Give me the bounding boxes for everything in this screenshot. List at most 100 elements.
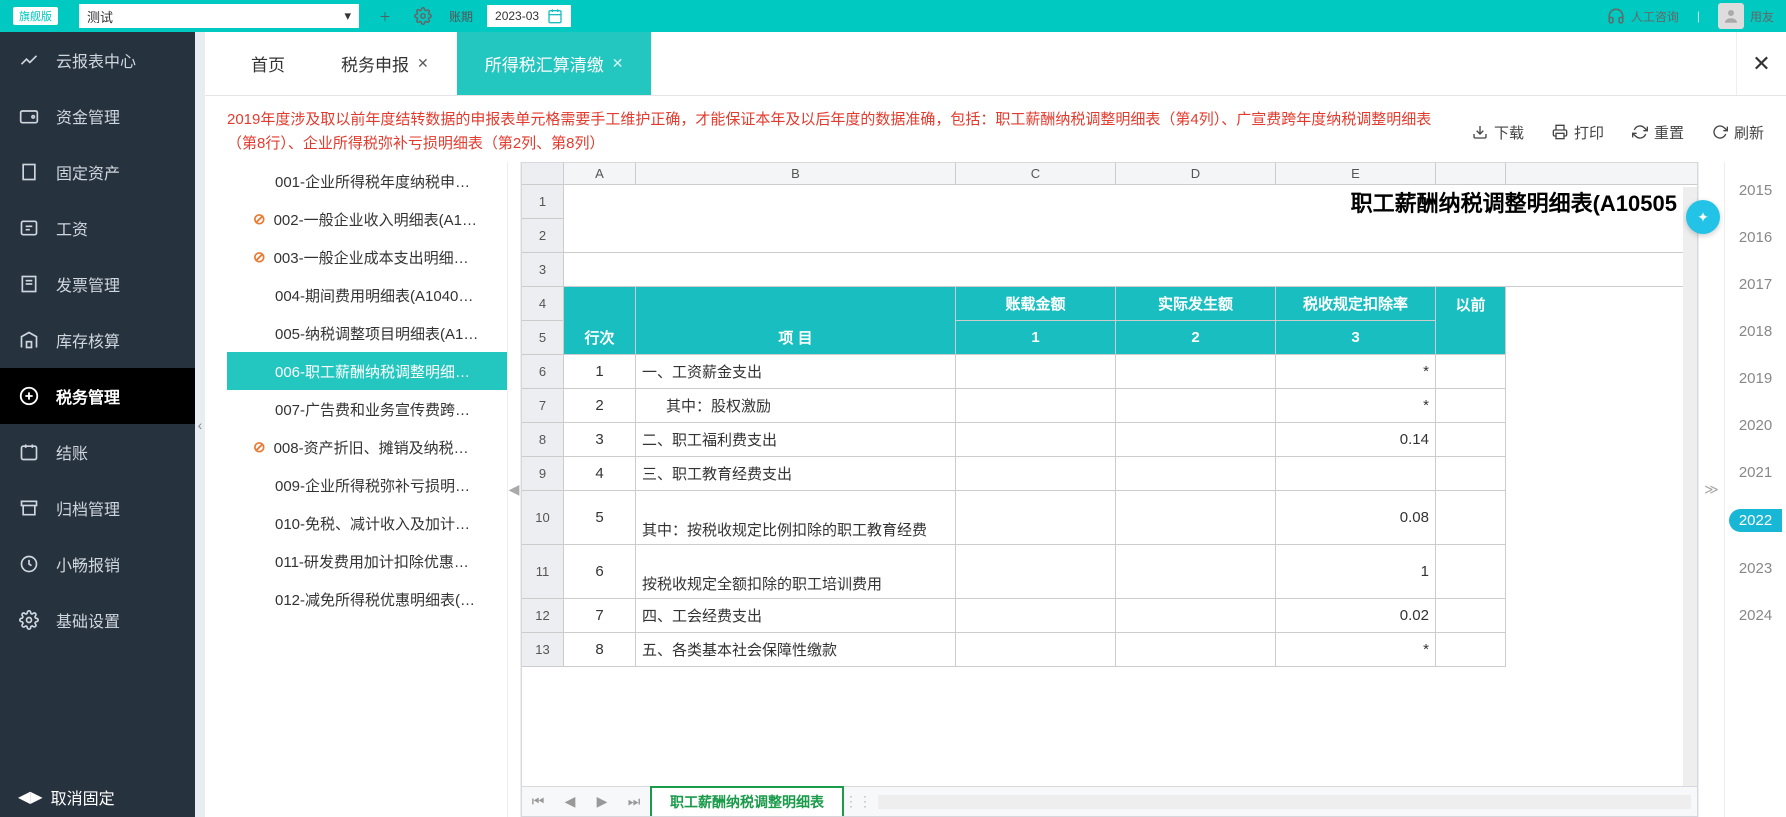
row-header[interactable]: 11 <box>522 545 564 599</box>
row-header[interactable]: 7 <box>522 389 564 423</box>
year-2016[interactable]: 2016 <box>1733 227 1778 248</box>
user-menu[interactable]: 用友 <box>1718 3 1774 29</box>
row-header[interactable]: 6 <box>522 355 564 389</box>
cell-amount[interactable] <box>956 633 1116 667</box>
report-nav-item[interactable]: 004-期间费用明细表(A1040… <box>227 276 507 314</box>
sidebar-item-close-period[interactable]: 结账 <box>0 424 195 480</box>
report-nav-item[interactable]: 007-广告费和业务宣传费跨… <box>227 390 507 428</box>
cell-seq[interactable]: 6 <box>564 545 636 599</box>
report-nav-item[interactable]: 001-企业所得税年度纳税申… <box>227 162 507 200</box>
report-nav-item[interactable]: 010-免税、减计收入及加计… <box>227 504 507 542</box>
row-header[interactable]: 13 <box>522 633 564 667</box>
cell-item[interactable]: 四、工会经费支出 <box>636 599 956 633</box>
cell-amount[interactable] <box>956 423 1116 457</box>
cell-amount[interactable] <box>956 389 1116 423</box>
sheet-prev-icon[interactable]: ◀ <box>554 793 586 810</box>
row-header[interactable]: 10 <box>522 491 564 545</box>
report-nav-item[interactable]: ⊘003-一般企业成本支出明细… <box>227 238 507 276</box>
expand-panel-button[interactable]: ≫ <box>1698 162 1724 817</box>
select-all-corner[interactable] <box>522 163 564 184</box>
cell-rate[interactable]: 1 <box>1276 545 1436 599</box>
vertical-scrollbar[interactable] <box>1683 187 1697 786</box>
row-header[interactable]: 5 <box>522 321 564 355</box>
year-2018[interactable]: 2018 <box>1733 321 1778 342</box>
tab-首页[interactable]: 首页 <box>223 32 313 95</box>
cell-actual[interactable] <box>1116 457 1276 491</box>
gear-icon[interactable] <box>411 4 435 28</box>
col-header-D[interactable]: D <box>1116 163 1276 184</box>
cell-item[interactable]: 五、各类基本社会保障性缴款 <box>636 633 956 667</box>
year-2017[interactable]: 2017 <box>1733 274 1778 295</box>
period-picker[interactable]: 2023-03 <box>487 5 571 27</box>
sidebar-item-tax[interactable]: 税务管理 <box>0 368 195 424</box>
cell-amount[interactable] <box>956 457 1116 491</box>
cell-rate[interactable] <box>1276 457 1436 491</box>
sheet-last-icon[interactable]: ⏭ <box>618 793 650 810</box>
cell-actual[interactable] <box>1116 423 1276 457</box>
cell-rate[interactable]: * <box>1276 355 1436 389</box>
report-nav-item[interactable]: 006-职工薪酬纳税调整明细… <box>227 352 507 390</box>
sheet-first-icon[interactable]: ⏮ <box>522 793 554 810</box>
cell-item[interactable]: 其中：股权激励 <box>636 389 956 423</box>
sidebar-unpin-button[interactable]: ◀▶取消固定 <box>0 777 195 817</box>
cell-item[interactable]: 其中：按税收规定比例扣除的职工教育经费 <box>636 491 956 545</box>
row-header[interactable]: 2 <box>522 219 564 253</box>
row-header[interactable]: 4 <box>522 287 564 321</box>
sheet-tab-resize-handle[interactable]: ⋮⋮ <box>844 793 872 810</box>
cell-seq[interactable]: 2 <box>564 389 636 423</box>
report-nav-item[interactable]: ⊘008-资产折旧、摊销及纳税… <box>227 428 507 466</box>
col-header-F[interactable] <box>1436 163 1506 184</box>
cell-actual[interactable] <box>1116 491 1276 545</box>
report-nav-item[interactable]: 011-研发费用加计扣除优惠… <box>227 542 507 580</box>
sidebar-item-building[interactable]: 固定资产 <box>0 144 195 200</box>
year-2015[interactable]: 2015 <box>1733 180 1778 201</box>
tab-所得税汇算清缴[interactable]: 所得税汇算清缴✕ <box>457 32 652 95</box>
cell-rate[interactable]: 0.02 <box>1276 599 1436 633</box>
cell-actual[interactable] <box>1116 545 1276 599</box>
cell-rate[interactable]: 0.14 <box>1276 423 1436 457</box>
reset-button[interactable]: 重置 <box>1632 122 1684 143</box>
cell-item[interactable]: 三、职工教育经费支出 <box>636 457 956 491</box>
cell-seq[interactable]: 3 <box>564 423 636 457</box>
cell-seq[interactable]: 7 <box>564 599 636 633</box>
sheet-next-icon[interactable]: ▶ <box>586 793 618 810</box>
sidebar-collapse-handle[interactable]: ‹ <box>195 32 205 817</box>
sheet-tab-active[interactable]: 职工薪酬纳税调整明细表 <box>650 786 844 816</box>
year-2021[interactable]: 2021 <box>1733 462 1778 483</box>
sidebar-item-settings[interactable]: 基础设置 <box>0 592 195 648</box>
report-nav-item[interactable]: 005-纳税调整项目明细表(A1… <box>227 314 507 352</box>
close-all-tabs-button[interactable]: ✕ <box>1736 32 1786 95</box>
help-fab-button[interactable]: ✦ <box>1686 200 1720 234</box>
tab-税务申报[interactable]: 税务申报✕ <box>313 32 457 95</box>
close-icon[interactable]: ✕ <box>417 55 429 72</box>
sidebar-item-wallet[interactable]: 资金管理 <box>0 88 195 144</box>
refresh-button[interactable]: 刷新 <box>1712 122 1764 143</box>
print-button[interactable]: 打印 <box>1552 122 1604 143</box>
plus-icon[interactable]: ＋ <box>373 4 397 28</box>
cell-actual[interactable] <box>1116 355 1276 389</box>
close-icon[interactable]: ✕ <box>612 55 624 72</box>
download-button[interactable]: 下载 <box>1472 122 1524 143</box>
sidebar-item-archive[interactable]: 归档管理 <box>0 480 195 536</box>
sidebar-item-reimburse[interactable]: 小畅报销 <box>0 536 195 592</box>
year-2019[interactable]: 2019 <box>1733 368 1778 389</box>
cell-amount[interactable] <box>956 491 1116 545</box>
sidebar-item-warehouse[interactable]: 库存核算 <box>0 312 195 368</box>
cell-amount[interactable] <box>956 599 1116 633</box>
year-2020[interactable]: 2020 <box>1733 415 1778 436</box>
row-header[interactable]: 9 <box>522 457 564 491</box>
sidebar-item-invoice[interactable]: 发票管理 <box>0 256 195 312</box>
cell-rate[interactable]: 0.08 <box>1276 491 1436 545</box>
cell-rate[interactable]: * <box>1276 633 1436 667</box>
year-2022[interactable]: 2022 <box>1729 509 1782 532</box>
company-select[interactable]: 测试 ▾ <box>79 4 359 28</box>
report-nav-item[interactable]: 009-企业所得税弥补亏损明… <box>227 466 507 504</box>
cell-amount[interactable] <box>956 545 1116 599</box>
horizontal-scrollbar[interactable] <box>878 795 1691 809</box>
cell-actual[interactable] <box>1116 599 1276 633</box>
col-header-B[interactable]: B <box>636 163 956 184</box>
report-nav-item[interactable]: 012-减免所得税优惠明细表(… <box>227 580 507 618</box>
cell-seq[interactable]: 4 <box>564 457 636 491</box>
row-header[interactable]: 1 <box>522 185 564 219</box>
cell-seq[interactable]: 8 <box>564 633 636 667</box>
